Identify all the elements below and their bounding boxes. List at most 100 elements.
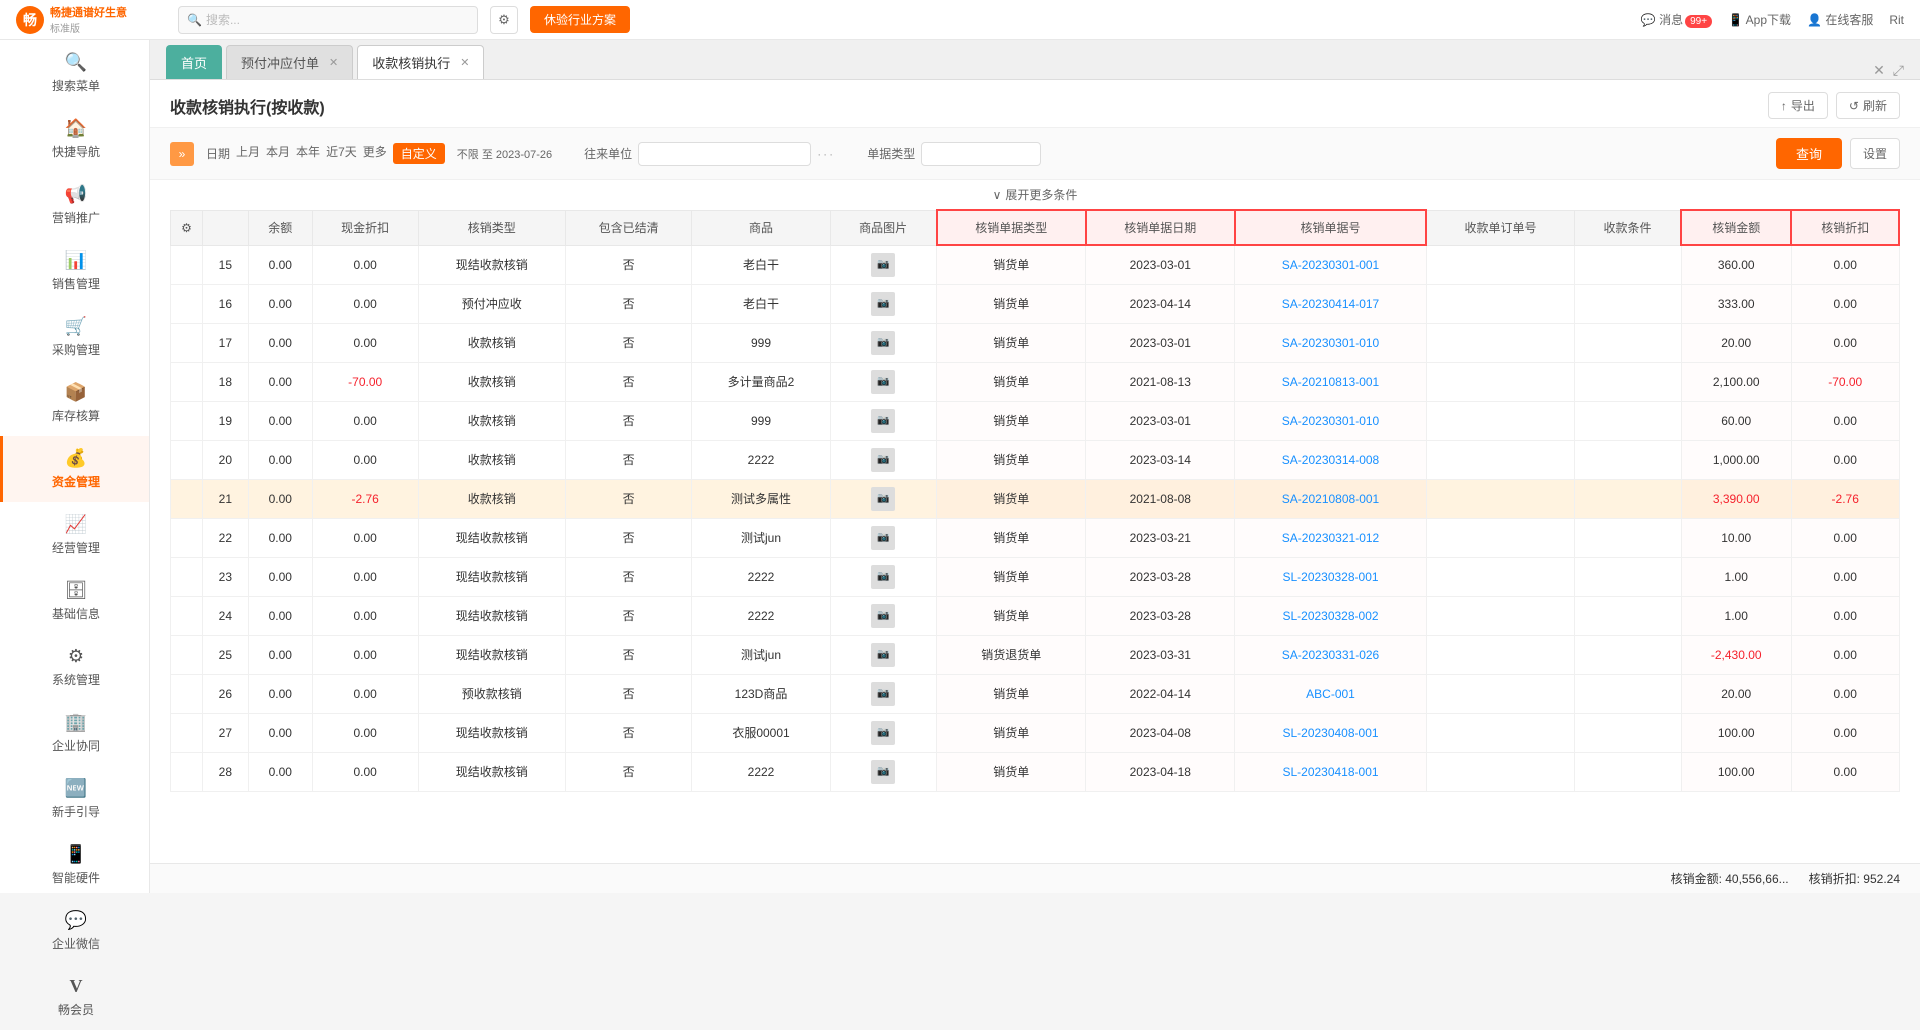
cell-cancel-bill-no[interactable]: SL-20230328-001 <box>1235 557 1426 596</box>
cell-settings <box>171 362 203 401</box>
col-settings[interactable]: ⚙ <box>171 210 203 245</box>
marketing-icon: 📢 <box>65 184 87 205</box>
sidebar-item-wechat[interactable]: 💬 企业微信 <box>0 898 149 964</box>
app-download[interactable]: 📱 App下载 <box>1728 11 1791 28</box>
col-goods-img: 商品图片 <box>830 210 937 245</box>
cell-cancel-type: 现结收款核销 <box>418 713 565 752</box>
cell-cancel-bill-type: 销货退货单 <box>937 635 1086 674</box>
cell-cancel-bill-no[interactable]: SA-20230321-012 <box>1235 518 1426 557</box>
sidebar-item-member[interactable]: V 畅会员 <box>0 964 149 1030</box>
date-link-last-month[interactable]: 上月 <box>236 143 260 164</box>
date-link-last7[interactable]: 近7天 <box>326 143 357 164</box>
cell-include-settled: 否 <box>565 713 692 752</box>
query-button[interactable]: 查询 <box>1776 138 1842 169</box>
tab-prepay[interactable]: 预付冲应付单 ✕ <box>226 45 353 79</box>
export-button[interactable]: ↑ 导出 <box>1768 92 1828 119</box>
date-link-custom[interactable]: 自定义 <box>393 143 445 164</box>
date-link-this-month[interactable]: 本月 <box>266 143 290 164</box>
gear-button[interactable]: ⚙ <box>490 6 518 34</box>
table-row: 240.000.00现结收款核销否2222📷销货单2023-03-28SL-20… <box>171 596 1900 635</box>
refresh-button[interactable]: ↺ 刷新 <box>1836 92 1900 119</box>
cell-receipt-condition <box>1574 518 1681 557</box>
col-cancel-bill-no: 核销单据号 <box>1235 210 1426 245</box>
cell-seq: 20 <box>203 440 249 479</box>
sidebar-label-system: 系统管理 <box>52 671 100 688</box>
cell-seq: 16 <box>203 284 249 323</box>
cell-cancel-bill-no[interactable]: SA-20230301-010 <box>1235 401 1426 440</box>
online-service[interactable]: 👤 在线客服 <box>1807 11 1873 28</box>
cell-receipt-order-no <box>1426 440 1574 479</box>
cell-cancel-bill-date: 2023-03-31 <box>1086 635 1235 674</box>
sidebar-item-sales[interactable]: 📊 销售管理 <box>0 238 149 304</box>
cell-cancel-bill-no[interactable]: SA-20230331-026 <box>1235 635 1426 674</box>
user-label[interactable]: Rit <box>1889 13 1904 27</box>
tab-receipt-close[interactable]: ✕ <box>460 56 469 69</box>
sidebar-item-hardware[interactable]: 📱 智能硬件 <box>0 832 149 898</box>
cell-cancel-bill-no[interactable]: SA-20230301-010 <box>1235 323 1426 362</box>
cell-cancel-bill-no[interactable]: SL-20230408-001 <box>1235 713 1426 752</box>
cell-cancel-type: 现结收款核销 <box>418 557 565 596</box>
cell-goods-img: 📷 <box>830 752 937 791</box>
cell-balance: 0.00 <box>248 752 312 791</box>
sidebar-item-marketing[interactable]: 📢 营销推广 <box>0 172 149 238</box>
cell-cancel-bill-no[interactable]: SA-20230414-017 <box>1235 284 1426 323</box>
msg-icon[interactable]: 💬 消息99+ <box>1641 11 1712 28</box>
cell-cancel-type: 预收款核销 <box>418 674 565 713</box>
header-actions: ↑ 导出 ↺ 刷新 <box>1768 92 1900 119</box>
industry-btn[interactable]: 休验行业方案 <box>530 6 630 33</box>
sidebar-item-finance[interactable]: 💰 资金管理 <box>0 436 149 502</box>
tab-receipt[interactable]: 收款核销执行 ✕ <box>357 45 484 79</box>
expand-more-btn[interactable]: ∨ 展开更多条件 <box>993 186 1078 203</box>
sidebar-item-base[interactable]: 🗄 基础信息 <box>0 568 149 634</box>
cell-receipt-order-no <box>1426 401 1574 440</box>
cell-balance: 0.00 <box>248 596 312 635</box>
cell-cancel-bill-no[interactable]: SA-20230314-008 <box>1235 440 1426 479</box>
cell-settings <box>171 518 203 557</box>
cell-cancel-bill-date: 2023-03-14 <box>1086 440 1235 479</box>
table-container[interactable]: ⚙ 余额 现金折扣 核销类型 包含已结清 商品 商品图片 核销单据类型 核销单据… <box>150 209 1920 863</box>
tab-prepay-close[interactable]: ✕ <box>329 56 338 69</box>
cell-cancel-bill-type: 销货单 <box>937 557 1086 596</box>
cell-cancel-bill-no[interactable]: SA-20230301-001 <box>1235 245 1426 284</box>
sidebar-item-corp[interactable]: 🏢 企业协同 <box>0 700 149 766</box>
sidebar-item-inventory[interactable]: 📦 库存核算 <box>0 370 149 436</box>
cell-seq: 17 <box>203 323 249 362</box>
cell-cancel-amount: 333.00 <box>1681 284 1791 323</box>
sidebar-label-guide: 新手引导 <box>52 803 100 820</box>
sidebar-label-purchase: 采购管理 <box>52 341 100 358</box>
guide-icon: 🆕 <box>65 778 87 799</box>
sidebar-item-search[interactable]: 🔍 搜索菜单 <box>0 40 149 106</box>
filter-collapse-btn[interactable]: » <box>170 142 194 166</box>
cell-settings <box>171 479 203 518</box>
tab-expand-icon[interactable]: ⤢ <box>1893 62 1904 79</box>
date-link-more[interactable]: 更多 <box>363 143 387 164</box>
cell-cancel-amount: 10.00 <box>1681 518 1791 557</box>
sidebar-item-purchase[interactable]: 🛒 采购管理 <box>0 304 149 370</box>
top-search-placeholder: 搜索... <box>206 11 240 28</box>
cell-cancel-bill-no[interactable]: SA-20210813-001 <box>1235 362 1426 401</box>
cell-cancel-bill-no[interactable]: SA-20210808-001 <box>1235 479 1426 518</box>
tab-close-all-icon[interactable]: ✕ <box>1873 62 1885 79</box>
party-input[interactable] <box>638 142 811 166</box>
setting-button[interactable]: 设置 <box>1850 138 1900 169</box>
cell-cancel-bill-no[interactable]: SL-20230418-001 <box>1235 752 1426 791</box>
sidebar-item-operation[interactable]: 📈 经营管理 <box>0 502 149 568</box>
cell-cancel-bill-no[interactable]: ABC-001 <box>1235 674 1426 713</box>
sidebar-item-shortcut[interactable]: 🏠 快捷导航 <box>0 106 149 172</box>
tab-home[interactable]: 首页 <box>166 45 222 79</box>
cell-seq: 18 <box>203 362 249 401</box>
sidebar-item-guide[interactable]: 🆕 新手引导 <box>0 766 149 832</box>
cell-goods: 多计量商品2 <box>692 362 830 401</box>
cell-settings <box>171 752 203 791</box>
tab-bar-actions: ✕ ⤢ <box>1873 62 1904 79</box>
date-link-this-year[interactable]: 本年 <box>296 143 320 164</box>
sidebar-item-system[interactable]: ⚙ 系统管理 <box>0 634 149 700</box>
cell-goods: 2222 <box>692 440 830 479</box>
cell-goods-img: 📷 <box>830 635 937 674</box>
bill-type-select[interactable] <box>921 142 1041 166</box>
cell-cancel-bill-no[interactable]: SL-20230328-002 <box>1235 596 1426 635</box>
cell-cancel-bill-type: 销货单 <box>937 401 1086 440</box>
sidebar-label-inventory: 库存核算 <box>52 407 100 424</box>
cell-cancel-amount: 360.00 <box>1681 245 1791 284</box>
col-goods: 商品 <box>692 210 830 245</box>
